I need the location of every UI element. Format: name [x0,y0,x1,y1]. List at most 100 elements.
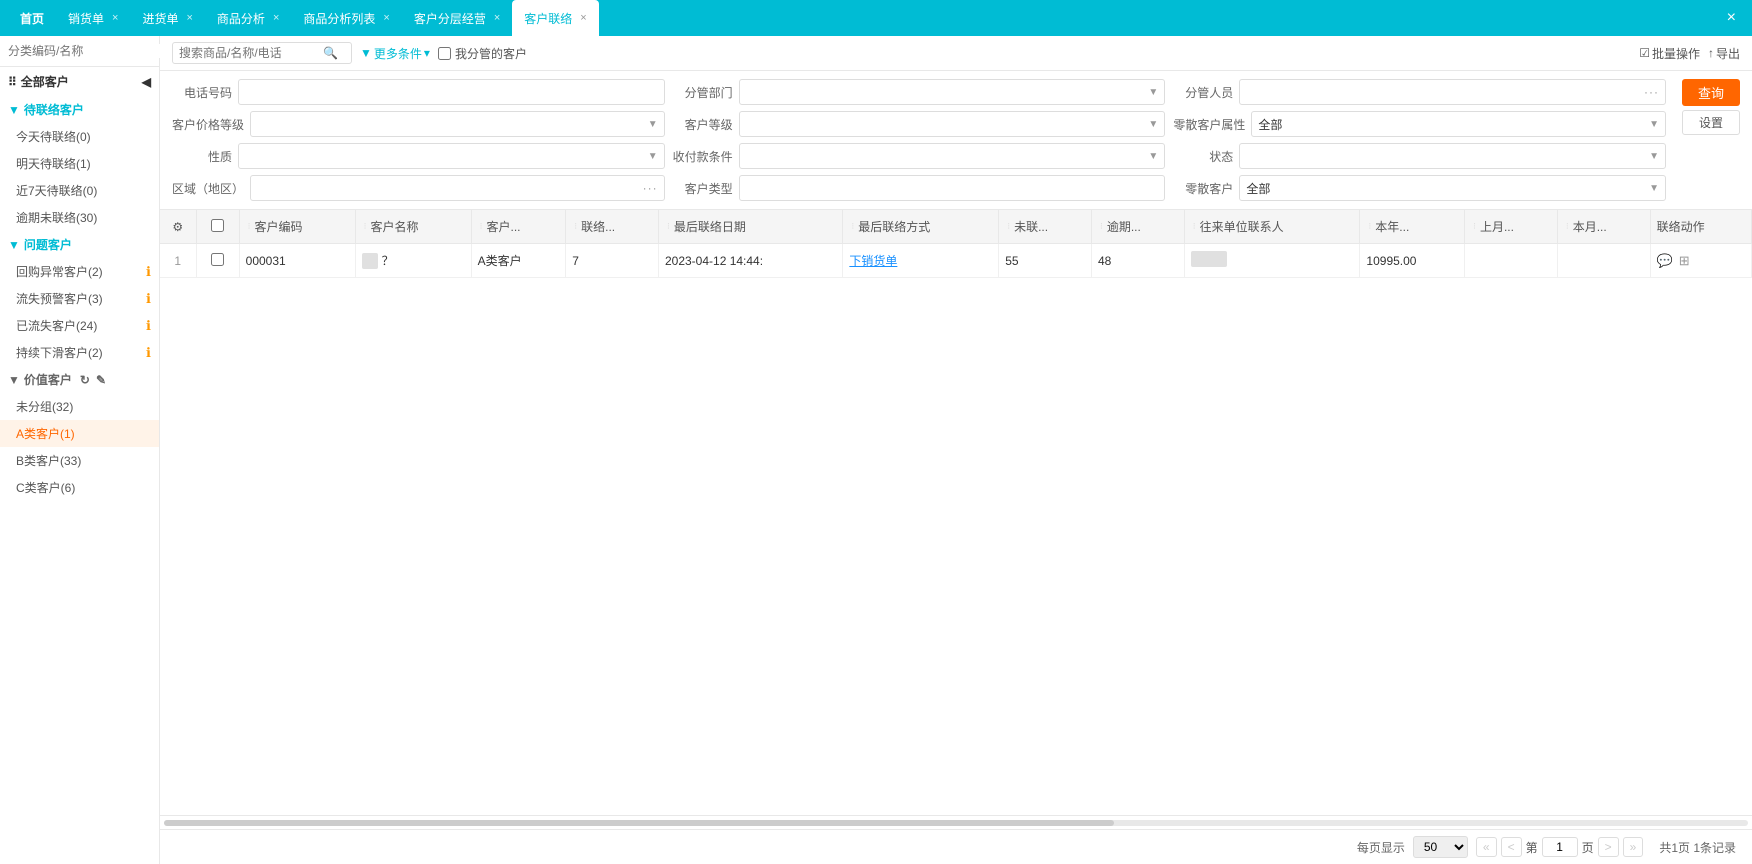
col-level[interactable]: ⁝ 客户... [471,210,566,244]
settings-button[interactable]: 设置 [1682,110,1740,135]
collapse-sidebar-icon[interactable]: ◀ [142,75,151,89]
page-size-select[interactable]: 50 100 200 [1413,836,1468,858]
nav-tab-product-analysis[interactable]: 商品分析 × [205,0,291,36]
nav-tab-customer-tier[interactable]: 客户分层经营 × [402,0,512,36]
last-method-link[interactable]: 下销货单 [849,254,897,268]
batch-op-btn[interactable]: ☑ 批量操作 [1639,45,1700,62]
col-overdue[interactable]: ⁝ 逾期... [1091,210,1184,244]
sidebar-item-overdue[interactable]: 逾期未联络(30) [0,204,159,231]
qr-icon[interactable]: ⊞ [1679,253,1690,269]
payment-dropdown[interactable]: ▼ [739,143,1166,169]
price-level-label: 客户价格等级 [172,116,244,133]
row-checkbox[interactable] [211,253,224,266]
close-customer-tier-tab[interactable]: × [494,12,500,24]
sidebar-search-input[interactable] [8,44,163,58]
sidebar-item-unclassified[interactable]: 未分组(32) [0,393,159,420]
sidebar-item-class-c[interactable]: C类客户(6) [0,474,159,501]
refresh-icon[interactable]: ↻ [80,373,90,387]
next-page-btn[interactable]: > [1598,837,1619,857]
col-this-year[interactable]: ⁝ 本年... [1360,210,1465,244]
filter-field-manager: 分管人员 ··· [1173,79,1666,105]
sidebar-item-today[interactable]: 今天待联络(0) [0,123,159,150]
info-icon[interactable]: ℹ [146,264,151,280]
sidebar-item-tomorrow[interactable]: 明天待联络(1) [0,150,159,177]
manager-input[interactable]: ··· [1239,79,1666,105]
more-conditions-btn[interactable]: ▼ 更多条件 ▾ [360,45,430,62]
sidebar-item-warning[interactable]: 流失预警客户(3) ℹ [0,285,159,312]
scattered-attr-arrow: ▼ [1649,119,1659,130]
close-product-analysis-list-tab[interactable]: × [383,12,389,24]
dept-dropdown[interactable]: ▼ [739,79,1166,105]
col-name[interactable]: ⁝ 客户名称 [355,210,471,244]
scattered-attr-label: 零散客户属性 [1173,116,1245,133]
close-product-analysis-tab[interactable]: × [273,12,279,24]
info-icon-4[interactable]: ℹ [146,345,151,361]
table-settings-icon[interactable]: ⚙ [172,220,183,234]
all-customers-header[interactable]: ⠿ 全部客户 ◀ [0,67,159,96]
nav-tab-home[interactable]: 首页 [8,0,56,36]
filter-search-box[interactable]: 🔍 [172,42,352,64]
row-checkbox-cell[interactable] [196,244,239,278]
my-customers-checkbox-label[interactable]: 我分管的客户 [438,45,527,62]
chat-icon[interactable]: 💬 [1657,253,1673,269]
customer-type-label: 客户类型 [673,180,733,197]
query-button[interactable]: 查询 [1682,79,1740,106]
col-code[interactable]: ⁝ 客户编码 [239,210,355,244]
scattered-attr-dropdown[interactable]: 全部▼ [1251,111,1666,137]
scrollbar-thumb[interactable] [164,820,1114,826]
horizontal-scrollbar[interactable] [160,815,1752,829]
first-page-btn[interactable]: « [1476,837,1497,857]
sidebar-group-pending[interactable]: ▼ 待联络客户 [0,96,159,123]
col-last-date[interactable]: ⁝ 最后联络日期 [658,210,842,244]
sidebar-group-problem[interactable]: ▼ 问题客户 [0,231,159,258]
pagination-bar: 每页显示 50 100 200 « < 第 页 > » 共1页 1条记录 [160,829,1752,864]
status-dropdown[interactable]: ▼ [1239,143,1666,169]
close-sales-tab[interactable]: × [112,12,118,24]
info-icon-3[interactable]: ℹ [146,318,151,334]
nav-tab-purchase[interactable]: 进货单 × [130,0,204,36]
col-contact-count[interactable]: ⁝ 联络... [566,210,659,244]
filter-field-scattered-attr: 零散客户属性 全部▼ [1173,111,1666,137]
sidebar-item-lost[interactable]: 已流失客户(24) ℹ [0,312,159,339]
select-all-checkbox[interactable] [211,219,224,232]
customer-level-dropdown[interactable]: ▼ [739,111,1166,137]
page-input[interactable] [1542,837,1578,857]
sidebar-item-class-a[interactable]: A类客户(1) [0,420,159,447]
close-customer-contact-tab[interactable]: × [580,12,586,24]
col-this-month[interactable]: ⁝ 本月... [1557,210,1650,244]
customer-type-input[interactable] [739,175,1166,201]
info-icon-2[interactable]: ℹ [146,291,151,307]
col-settings[interactable]: ⚙ [160,210,196,244]
col-last-method[interactable]: ⁝ 最后联络方式 [843,210,999,244]
nav-tab-customer-contact[interactable]: 客户联络 × [512,0,598,36]
col-contact-person[interactable]: ⁝ 往来单位联系人 [1184,210,1360,244]
edit-icon[interactable]: ✎ [96,373,106,387]
filter-search-input[interactable] [179,46,319,60]
nature-dropdown[interactable]: ▼ [238,143,665,169]
last-page-btn[interactable]: » [1623,837,1644,857]
export-btn[interactable]: ↑ 导出 [1708,45,1740,62]
sidebar-group-value[interactable]: ▼ 价值客户 ↻ ✎ [0,366,159,393]
col-checkbox[interactable] [196,210,239,244]
scrollbar-track[interactable] [164,820,1748,826]
my-customers-checkbox[interactable] [438,47,451,60]
sidebar-item-class-b[interactable]: B类客户(33) [0,447,159,474]
sidebar-item-7days[interactable]: 近7天待联络(0) [0,177,159,204]
row-this-month [1557,244,1650,278]
price-level-dropdown[interactable]: ▼ [250,111,665,137]
prev-page-btn[interactable]: < [1501,837,1522,857]
nav-tab-product-analysis-list[interactable]: 商品分析列表 × [291,0,401,36]
phone-input[interactable] [238,79,665,105]
sidebar-item-declining[interactable]: 持续下滑客户(2) ℹ [0,339,159,366]
row-last-method[interactable]: 下销货单 [843,244,999,278]
close-all-btn[interactable]: × [1719,9,1744,27]
col-not-contacted[interactable]: ⁝ 未联... [999,210,1092,244]
scattered-arrow: ▼ [1649,183,1659,194]
sidebar-item-abnormal[interactable]: 回购异常客户(2) ℹ [0,258,159,285]
region-input[interactable]: ··· [250,175,665,201]
filter-search-icon[interactable]: 🔍 [323,46,338,60]
close-purchase-tab[interactable]: × [186,12,192,24]
nav-tab-sales[interactable]: 销货单 × [56,0,130,36]
scattered-dropdown[interactable]: 全部▼ [1239,175,1666,201]
col-last-month[interactable]: ⁝ 上月... [1465,210,1558,244]
